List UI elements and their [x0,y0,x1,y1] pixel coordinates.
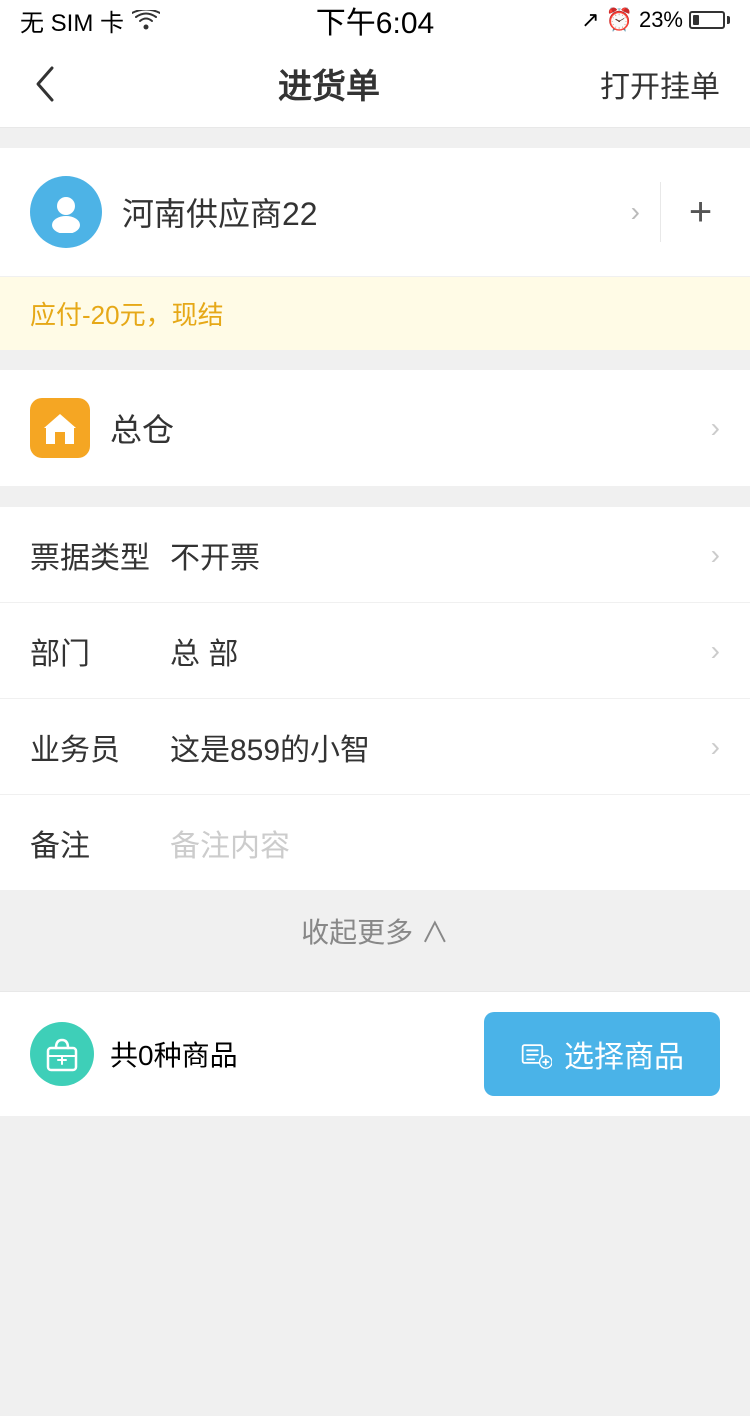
bottom-bar: 共0种商品 选择商品 [0,991,750,1116]
battery-percent: 23% [639,7,683,33]
products-text: 共0种商品 [110,1034,238,1074]
back-button[interactable] [30,62,58,106]
background-fill [0,1116,750,1416]
product-icon [30,1022,94,1086]
invoice-type-value: 不开票 [150,533,711,577]
supplier-avatar [30,176,102,248]
notice-bar: 应付-20元，现结 [0,277,750,350]
warehouse-building-icon [42,410,78,446]
department-label: 部门 [30,629,150,673]
section-gap-2 [0,350,750,370]
collapse-row[interactable]: 收起更多 ∧ [0,891,750,971]
status-bar: 无 SIM 卡 下午6:04 ↗ ⏰ 23% [0,0,750,40]
salesperson-chevron-icon: › [711,731,720,763]
section-gap-4 [0,971,750,991]
salesperson-row[interactable]: 业务员 这是859的小智 › [0,699,750,795]
wifi-icon [132,10,160,30]
products-count-area: 共0种商品 [30,1022,238,1086]
nav-bar: 进货单 打开挂单 [0,40,750,128]
invoice-type-row[interactable]: 票据类型 不开票 › [0,507,750,603]
department-row[interactable]: 部门 总 部 › [0,603,750,699]
location-icon: ↗ [581,7,599,33]
open-pending-button[interactable]: 打开挂单 [600,62,720,106]
section-gap-3 [0,487,750,507]
invoice-type-label: 票据类型 [30,533,150,577]
remark-input[interactable]: 备注内容 [150,821,720,865]
warehouse-card: 总仓 › [0,370,750,487]
shopping-bag-icon [44,1036,80,1072]
select-products-label: 选择商品 [564,1032,684,1076]
warehouse-name: 总仓 [110,405,711,451]
status-left: 无 SIM 卡 [20,3,160,38]
notice-text: 应付-20元，现结 [30,300,224,330]
remark-label: 备注 [30,821,150,865]
supplier-card: 河南供应商22 › + 应付-20元，现结 [0,148,750,350]
page-title: 进货单 [278,59,380,108]
battery-icon [689,11,730,29]
warehouse-icon [30,398,90,458]
section-gap-1 [0,128,750,148]
supplier-row[interactable]: 河南供应商22 › + [0,148,750,277]
carrier-text: 无 SIM 卡 [20,3,124,38]
collapse-label: 收起更多 ∧ [301,911,449,951]
invoice-type-chevron-icon: › [711,539,720,571]
select-products-button[interactable]: 选择商品 [484,1012,720,1096]
supplier-name: 河南供应商22 [122,189,631,235]
warehouse-chevron-icon: › [711,412,720,444]
status-time: 下午6:04 [316,0,434,42]
salesperson-value: 这是859的小智 [150,725,711,769]
department-value: 总 部 [150,629,711,673]
warehouse-row[interactable]: 总仓 › [0,370,750,487]
supplier-chevron-icon: › [631,196,640,228]
user-icon [45,191,87,233]
add-supplier-button[interactable]: + [660,182,720,242]
department-chevron-icon: › [711,635,720,667]
status-right: ↗ ⏰ 23% [581,7,730,33]
salesperson-label: 业务员 [30,725,150,769]
form-card: 票据类型 不开票 › 部门 总 部 › 业务员 这是859的小智 › 备注 备注… [0,507,750,891]
select-products-icon [520,1038,552,1070]
remark-row[interactable]: 备注 备注内容 [0,795,750,891]
alarm-icon: ⏰ [606,7,633,33]
